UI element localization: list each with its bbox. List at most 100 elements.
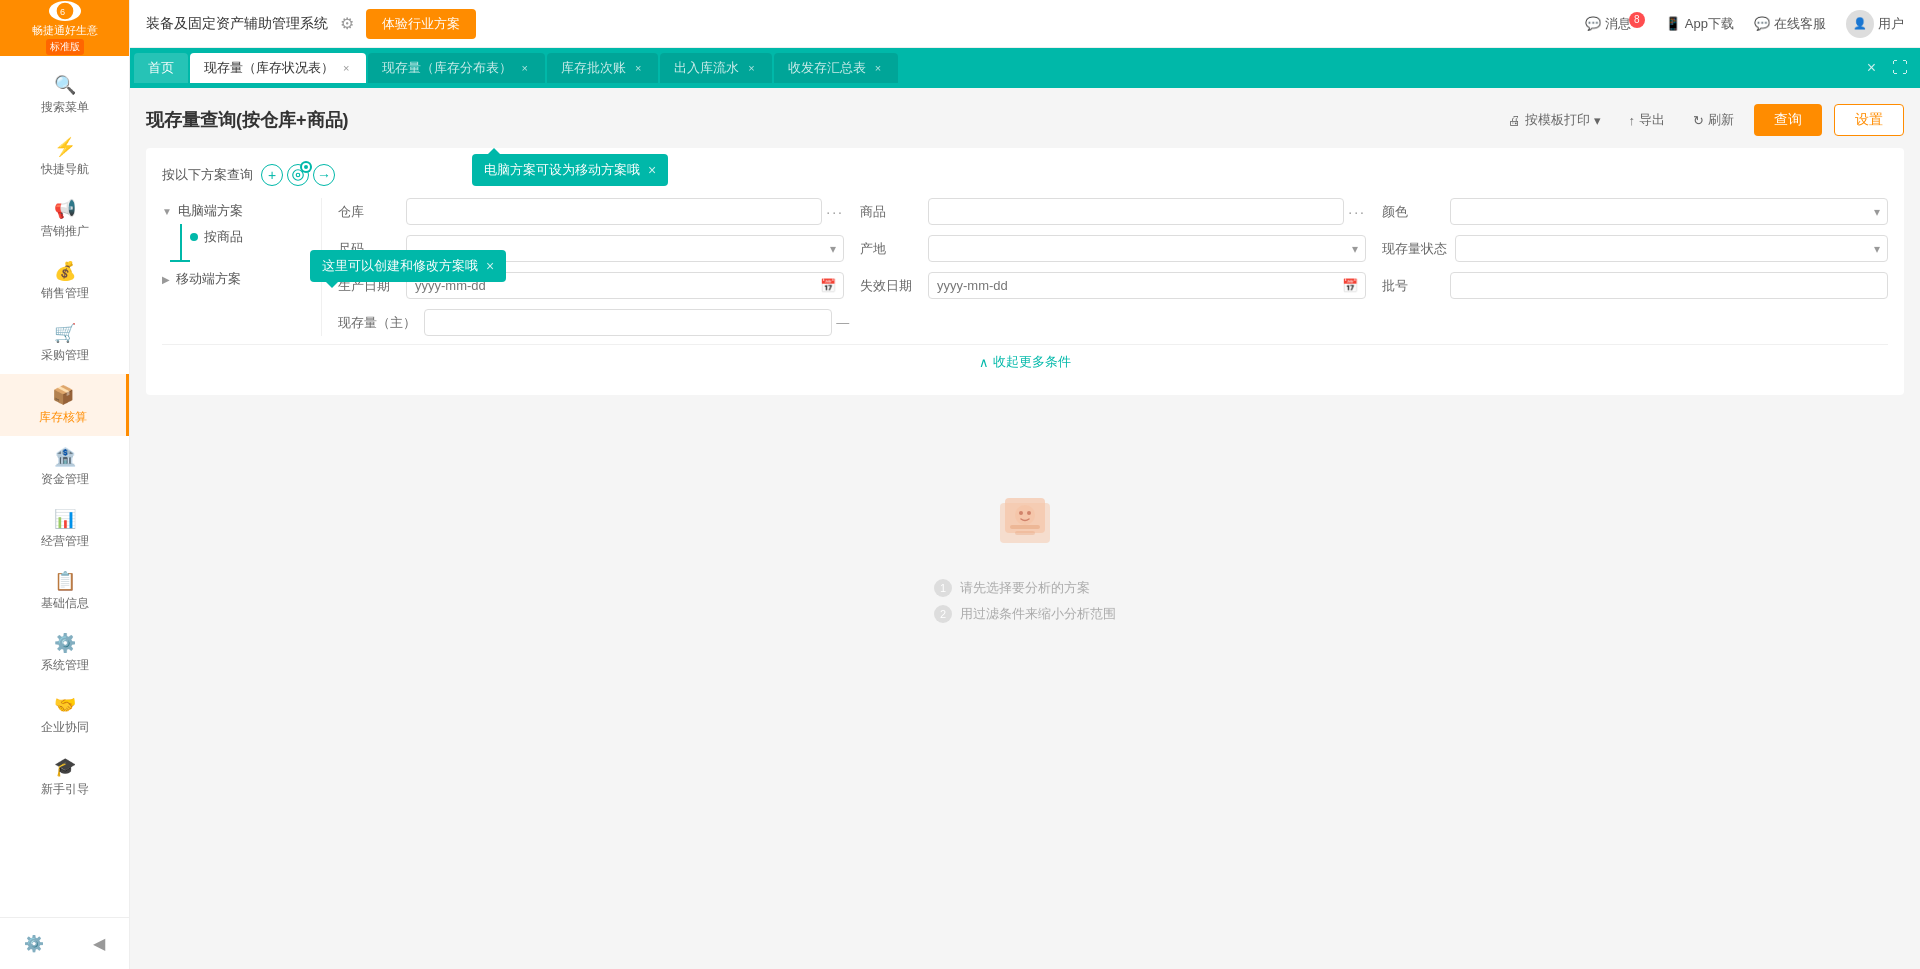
goods-input-wrap: ···	[928, 198, 1366, 225]
page-title-bar: 现存量查询(按仓库+商品) 🖨 按模板打印 ▾ ↑ 导出 ↻ 刷新 查询 设置	[146, 104, 1904, 136]
tab-inventory-status[interactable]: 现存量（库存状况表） ×	[190, 53, 366, 83]
sidebar-item-inventory[interactable]: 📦 库存核算	[0, 374, 129, 436]
system-name: 装备及固定资产辅助管理系统	[146, 15, 328, 33]
settings-bottom-btn[interactable]: ⚙️	[20, 930, 48, 957]
popover2-close-btn[interactable]: ×	[486, 258, 494, 274]
sidebar-item-enterprise[interactable]: 🤝 企业协同	[0, 684, 129, 746]
refresh-btn[interactable]: ↻ 刷新	[1685, 107, 1742, 133]
sidebar-item-label: 快捷导航	[41, 161, 89, 178]
scheme-connector	[180, 250, 182, 260]
enterprise-icon: 🤝	[54, 694, 76, 716]
tab-recv-summary[interactable]: 收发存汇总表 ×	[774, 53, 898, 83]
filter-section-label: 按以下方案查询	[162, 166, 253, 184]
quicknav-icon: ⚡	[54, 136, 76, 158]
color-select[interactable]	[1450, 198, 1888, 225]
svg-rect-7	[1010, 525, 1040, 529]
tab-inventory-status-close[interactable]: ×	[340, 61, 352, 75]
tab-bar-right: × ⛶	[1863, 55, 1916, 81]
sidebar-item-finance[interactable]: 🏦 资金管理	[0, 436, 129, 498]
warehouse-label: 仓库	[338, 203, 398, 221]
expiry-date-input[interactable]	[928, 272, 1366, 299]
guide-icon: 🎓	[54, 756, 76, 778]
stock-status-select[interactable]	[1455, 235, 1888, 262]
empty-state: 1 请先选择要分析的方案 2 用过滤条件来缩小分析范围	[146, 403, 1904, 703]
stock-main-from[interactable]	[424, 309, 832, 336]
scheme-desktop-item-goods[interactable]: 按商品	[190, 224, 309, 250]
sidebar-item-system[interactable]: ⚙️ 系统管理	[0, 622, 129, 684]
export-btn[interactable]: ↑ 导出	[1621, 107, 1674, 133]
msg-badge: 8	[1629, 12, 1645, 28]
sidebar-item-basic[interactable]: 📋 基础信息	[0, 560, 129, 622]
msg-item[interactable]: 💬 消息 8	[1585, 15, 1645, 33]
add-scheme-btn[interactable]: +	[261, 164, 283, 186]
scheme-desktop[interactable]: ▼ 电脑端方案	[162, 198, 309, 224]
template-print-btn[interactable]: 🖨 按模板打印 ▾	[1500, 107, 1609, 133]
operation-icon: 📊	[54, 508, 76, 530]
tab-home-label: 首页	[148, 59, 174, 77]
tip-num-1: 1	[934, 579, 952, 597]
goods-input[interactable]	[928, 198, 1344, 225]
sidebar-item-label: 采购管理	[41, 347, 89, 364]
chevron-up-icon: ∧	[979, 355, 989, 370]
svg-rect-8	[1015, 531, 1035, 535]
popover2-text: 这里可以创建和修改方案哦	[322, 257, 478, 275]
sidebar-item-label: 销售管理	[41, 285, 89, 302]
sidebar-item-operation[interactable]: 📊 经营管理	[0, 498, 129, 560]
sidebar-item-sales[interactable]: 💰 销售管理	[0, 250, 129, 312]
prev-scheme-btn[interactable]: ←	[313, 164, 335, 186]
sidebar-item-label: 库存核算	[39, 409, 87, 426]
warehouse-input[interactable]	[406, 198, 822, 225]
goods-more-icon[interactable]: ···	[1348, 204, 1366, 220]
empty-state-icon	[985, 483, 1065, 563]
query-btn[interactable]: 查询	[1754, 104, 1822, 136]
filter-stock-status: 现存量状态 ▾	[1382, 235, 1888, 262]
batch-no-label: 批号	[1382, 277, 1442, 295]
tab-fullscreen-btn[interactable]: ⛶	[1888, 55, 1912, 81]
user-avatar: 👤	[1846, 10, 1874, 38]
filter-panel: 按以下方案查询 + ← 电脑方案可设为移动方案哦 ×	[146, 148, 1904, 395]
edit-scheme-btn[interactable]	[287, 164, 309, 186]
sidebar-item-purchase[interactable]: 🛒 采购管理	[0, 312, 129, 374]
scheme-mobile[interactable]: ▶ 移动端方案	[162, 266, 309, 292]
sidebar-item-search[interactable]: 🔍 搜索菜单	[0, 64, 129, 126]
header-gear-icon[interactable]: ⚙	[340, 14, 354, 33]
filter-body: ▼ 电脑端方案 按商品 ▶	[162, 198, 1888, 336]
warehouse-more-icon[interactable]: ···	[826, 204, 844, 220]
app-download-item[interactable]: 📱 App下载	[1665, 15, 1734, 33]
filter-row2: 尺码 ▾ 产地 ▾	[338, 235, 1888, 262]
online-support-item[interactable]: 💬 在线客服	[1754, 15, 1826, 33]
origin-select[interactable]	[928, 235, 1366, 262]
chevron-down-icon: ▾	[1594, 113, 1601, 128]
top-header: 装备及固定资产辅助管理系统 ⚙ 体验行业方案 💬 消息 8 📱 App下载 💬 …	[130, 0, 1920, 48]
filter-form: 仓库 ··· 商品 ···	[338, 198, 1888, 336]
sidebar-item-guide[interactable]: 🎓 新手引导	[0, 746, 129, 808]
tab-home[interactable]: 首页	[134, 53, 188, 83]
collapse-sidebar-btn[interactable]: ◀	[89, 930, 109, 957]
stock-main-range: —	[424, 309, 849, 336]
tab-inventory-dist-close[interactable]: ×	[518, 61, 530, 75]
empty-tip-2: 2 用过滤条件来缩小分析范围	[934, 605, 1116, 623]
top-header-right: 💬 消息 8 📱 App下载 💬 在线客服 👤 用户	[1585, 10, 1904, 38]
tab-close-all-btn[interactable]: ×	[1863, 55, 1880, 81]
reset-btn[interactable]: 设置	[1834, 104, 1904, 136]
purchase-icon: 🛒	[54, 322, 76, 344]
print-icon: 🖨	[1508, 113, 1521, 128]
refresh-icon: ↻	[1693, 113, 1704, 128]
tab-batch-account[interactable]: 库存批次账 ×	[547, 53, 658, 83]
tab-inventory-dist[interactable]: 现存量（库存分布表） ×	[368, 53, 544, 83]
tab-inout-flow-close[interactable]: ×	[745, 61, 757, 75]
tab-inout-flow[interactable]: 出入库流水 ×	[660, 53, 771, 83]
batch-no-input[interactable]	[1450, 272, 1888, 299]
user-item[interactable]: 👤 用户	[1846, 10, 1904, 38]
sidebar-item-quicknav[interactable]: ⚡ 快捷导航	[0, 126, 129, 188]
tab-batch-account-close[interactable]: ×	[632, 61, 644, 75]
filter-row3: 生产日期 📅 失效日期 📅	[338, 272, 1888, 299]
stock-status-select-wrap: ▾	[1455, 235, 1888, 262]
sidebar-item-marketing[interactable]: 📢 营销推广	[0, 188, 129, 250]
tab-recv-summary-label: 收发存汇总表	[788, 59, 866, 77]
trial-btn[interactable]: 体验行业方案	[366, 9, 476, 39]
popover1-close-btn[interactable]: ×	[648, 162, 656, 178]
filter-row1: 仓库 ··· 商品 ···	[338, 198, 1888, 225]
collapse-bar[interactable]: ∧ 收起更多条件	[162, 344, 1888, 379]
tab-recv-summary-close[interactable]: ×	[872, 61, 884, 75]
